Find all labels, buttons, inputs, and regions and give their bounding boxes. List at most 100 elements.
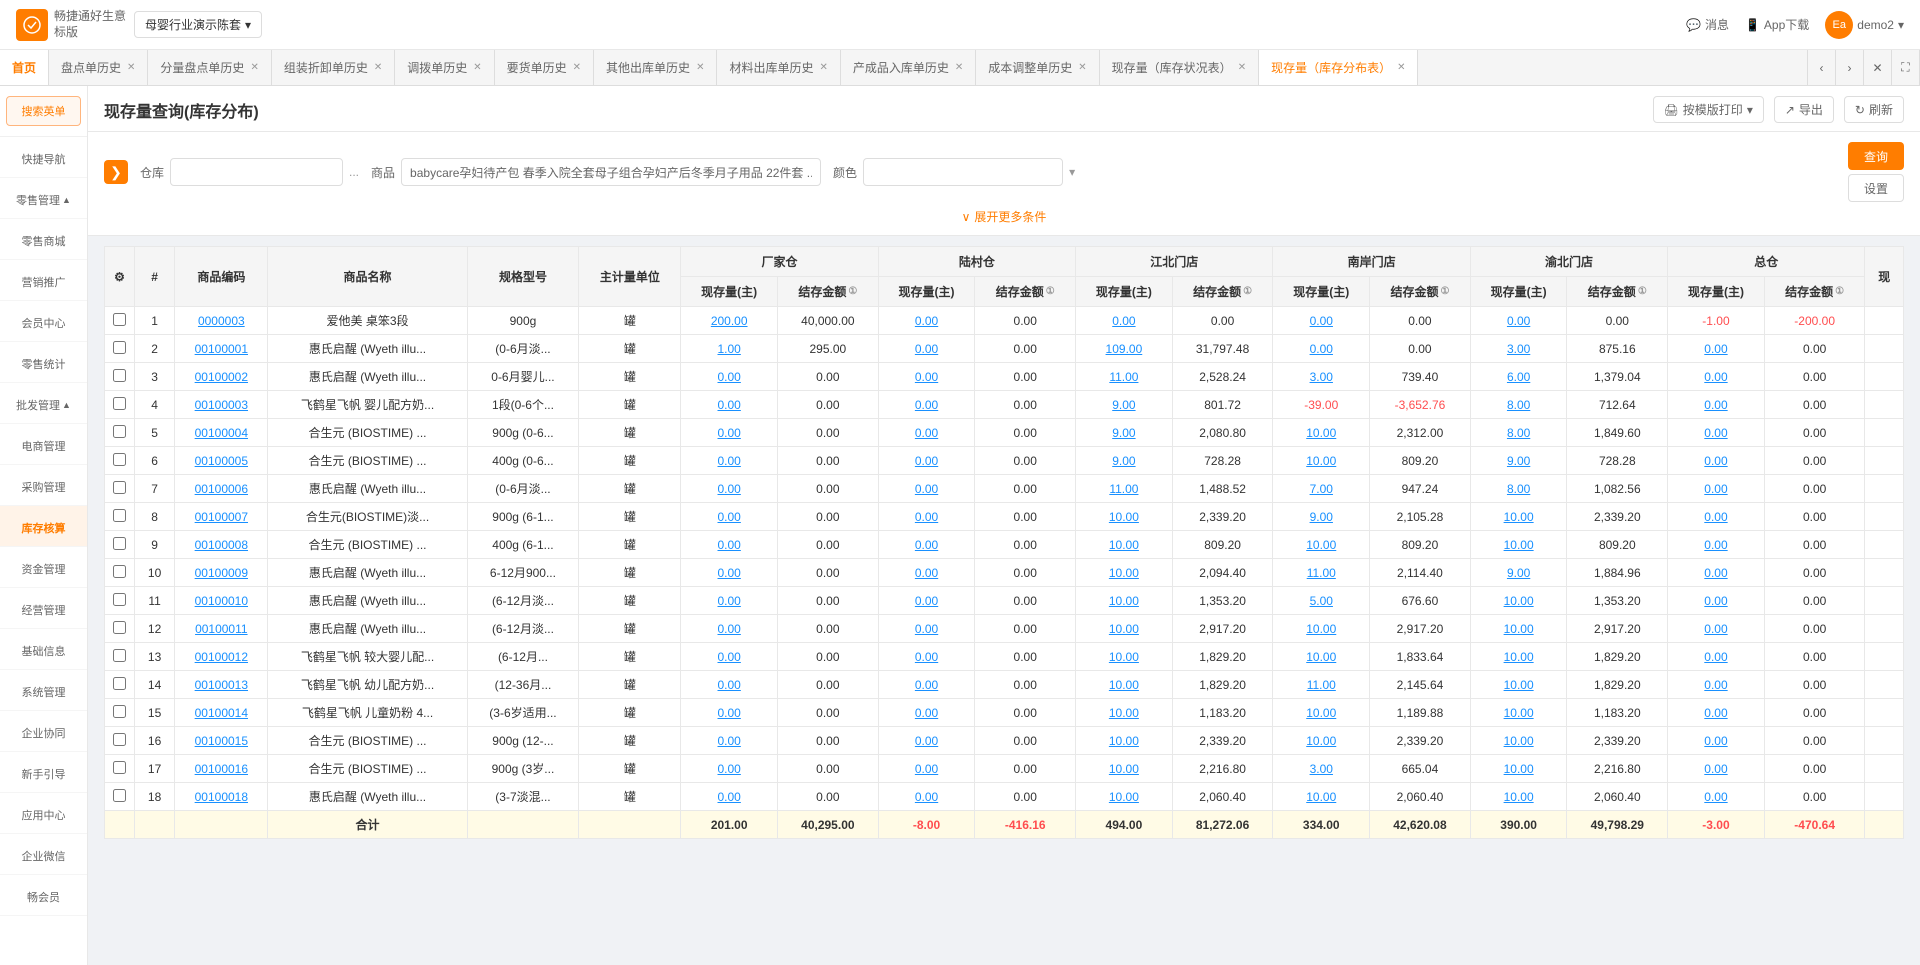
setting-btn[interactable]: 设置: [1848, 174, 1904, 202]
tab-close-8[interactable]: ✕: [955, 62, 963, 73]
sidebar-item-基础信息[interactable]: 基础信息: [0, 629, 87, 670]
sidebar-item-应用中心[interactable]: 应用中心: [0, 793, 87, 834]
row-select-12[interactable]: [105, 643, 135, 671]
industry-selector[interactable]: 母婴行业演示陈套 ▾: [134, 11, 262, 38]
tabs-expand-btn[interactable]: ⛶: [1892, 50, 1920, 86]
sidebar-item-批发管理[interactable]: 批发管理▲: [0, 383, 87, 424]
tab-close-2[interactable]: ✕: [250, 62, 258, 73]
search-english-btn[interactable]: 搜索英单: [6, 96, 81, 126]
sidebar-item-零售统计[interactable]: 零售统计: [0, 342, 87, 383]
sidebar-item-采购管理[interactable]: 采购管理: [0, 465, 87, 506]
tab-5[interactable]: 要货单历史✕: [495, 50, 594, 86]
sidebar-item-企业微信[interactable]: 企业微信: [0, 834, 87, 875]
row-checkbox-13[interactable]: [113, 677, 126, 690]
row-select-13[interactable]: [105, 671, 135, 699]
row-select-5[interactable]: [105, 447, 135, 475]
tabs-prev-btn[interactable]: ‹: [1808, 50, 1836, 86]
sidebar-item-库存核算[interactable]: 库存核算: [0, 506, 87, 547]
row-select-3[interactable]: [105, 391, 135, 419]
tab-0[interactable]: 首页: [0, 50, 49, 86]
row-checkbox-0[interactable]: [113, 313, 126, 326]
download-btn[interactable]: 📱 App下载: [1745, 16, 1809, 33]
refresh-btn[interactable]: ↻ 刷新: [1844, 96, 1904, 123]
row-select-2[interactable]: [105, 363, 135, 391]
tab-close-4[interactable]: ✕: [473, 62, 481, 73]
row-select-11[interactable]: [105, 615, 135, 643]
row-checkbox-2[interactable]: [113, 369, 126, 382]
tab-6[interactable]: 其他出库单历史✕: [594, 50, 717, 86]
row-checkbox-8[interactable]: [113, 537, 126, 550]
tab-8[interactable]: 产成品入库单历史✕: [841, 50, 976, 86]
row-select-9[interactable]: [105, 559, 135, 587]
warehouse-dots[interactable]: ...: [349, 165, 359, 179]
sidebar-item-quick-nav[interactable]: 快捷导航: [0, 137, 87, 178]
user-menu[interactable]: Ea demo2 ▾: [1825, 11, 1904, 39]
tab-close-6[interactable]: ✕: [696, 62, 704, 73]
sidebar-item-零售商城[interactable]: 零售商城: [0, 219, 87, 260]
tab-4[interactable]: 调拨单历史✕: [395, 50, 494, 86]
row-checkbox-16[interactable]: [113, 761, 126, 774]
row-select-7[interactable]: [105, 503, 135, 531]
row-checkbox-6[interactable]: [113, 481, 126, 494]
sidebar-item-营销推广[interactable]: 营销推广: [0, 260, 87, 301]
tab-10[interactable]: 现存量（库存状况表）✕: [1100, 50, 1259, 86]
sidebar-item-零售管理[interactable]: 零售管理▲: [0, 178, 87, 219]
message-btn[interactable]: 💬 消息: [1686, 16, 1729, 33]
tab-11[interactable]: 现存量（库存分布表）✕: [1259, 50, 1418, 86]
row-checkbox-14[interactable]: [113, 705, 126, 718]
tab-3[interactable]: 组装折卸单历史✕: [272, 50, 395, 86]
tabs-close-all-btn[interactable]: ✕: [1864, 50, 1892, 86]
sidebar-item-电商管理[interactable]: 电商管理: [0, 424, 87, 465]
query-btn[interactable]: 查询: [1848, 142, 1904, 170]
row-checkbox-4[interactable]: [113, 425, 126, 438]
color-dropdown[interactable]: ▾: [1069, 165, 1075, 179]
sidebar-item-会员中心[interactable]: 会员中心: [0, 301, 87, 342]
tab-2[interactable]: 分量盘点单历史✕: [148, 50, 271, 86]
tab-close-5[interactable]: ✕: [573, 62, 581, 73]
tab-close-10[interactable]: ✕: [1238, 62, 1246, 73]
row-select-0[interactable]: [105, 307, 135, 335]
sidebar-item-新手引导[interactable]: 新手引导: [0, 752, 87, 793]
row-select-15[interactable]: [105, 727, 135, 755]
row-checkbox-10[interactable]: [113, 593, 126, 606]
row-checkbox-12[interactable]: [113, 649, 126, 662]
row-select-6[interactable]: [105, 475, 135, 503]
tab-close-9[interactable]: ✕: [1078, 62, 1086, 73]
tab-close-7[interactable]: ✕: [819, 62, 827, 73]
row-select-17[interactable]: [105, 783, 135, 811]
row-select-1[interactable]: [105, 335, 135, 363]
row-checkbox-9[interactable]: [113, 565, 126, 578]
row-checkbox-3[interactable]: [113, 397, 126, 410]
row-select-10[interactable]: [105, 587, 135, 615]
col-settings-header[interactable]: ⚙: [105, 247, 135, 307]
tab-1[interactable]: 盘点单历史✕: [49, 50, 148, 86]
product-input[interactable]: [401, 158, 821, 186]
warehouse-input[interactable]: [170, 158, 343, 186]
row-checkbox-5[interactable]: [113, 453, 126, 466]
expand-more-btn[interactable]: ∨ 展开更多条件: [104, 208, 1904, 225]
sidebar-item-资金管理[interactable]: 资金管理: [0, 547, 87, 588]
sidebar-item-畅会员[interactable]: 畅会员: [0, 875, 87, 916]
tab-close-3[interactable]: ✕: [374, 62, 382, 73]
toggle-filter-btn[interactable]: ❯: [104, 160, 128, 184]
tab-7[interactable]: 材料出库单历史✕: [717, 50, 840, 86]
row-checkbox-7[interactable]: [113, 509, 126, 522]
tab-close-1[interactable]: ✕: [127, 62, 135, 73]
sidebar-item-系统管理[interactable]: 系统管理: [0, 670, 87, 711]
row-select-4[interactable]: [105, 419, 135, 447]
sidebar-item-经营管理[interactable]: 经营管理: [0, 588, 87, 629]
row-checkbox-15[interactable]: [113, 733, 126, 746]
row-checkbox-1[interactable]: [113, 341, 126, 354]
row-select-16[interactable]: [105, 755, 135, 783]
row-select-8[interactable]: [105, 531, 135, 559]
row-select-14[interactable]: [105, 699, 135, 727]
export-btn[interactable]: ↗ 导出: [1774, 96, 1834, 123]
print-btn[interactable]: 🖨 按模版打印 ▾: [1653, 96, 1764, 123]
tab-9[interactable]: 成本调整单历史✕: [976, 50, 1099, 86]
tabs-next-btn[interactable]: ›: [1836, 50, 1864, 86]
color-input[interactable]: [863, 158, 1063, 186]
row-checkbox-11[interactable]: [113, 621, 126, 634]
row-checkbox-17[interactable]: [113, 789, 126, 802]
sidebar-item-企业协同[interactable]: 企业协同: [0, 711, 87, 752]
tab-close-11[interactable]: ✕: [1397, 62, 1405, 73]
